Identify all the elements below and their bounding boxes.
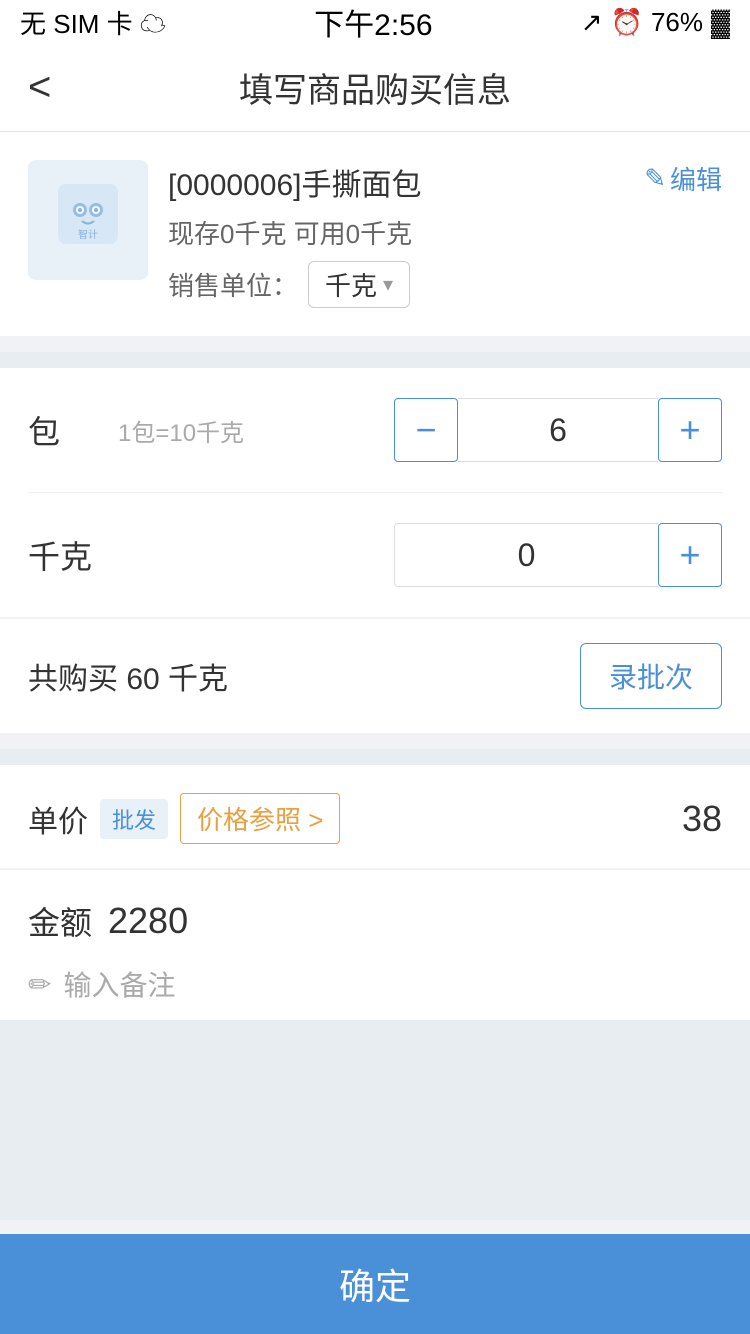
product-info: [0000006]手撕面包 ✎ 编辑 现存0千克 可用0千克 销售单位： 千克 …	[168, 160, 722, 308]
kg-controls: +	[394, 523, 722, 587]
price-label-area: 单价 批发 价格参照 >	[28, 793, 340, 844]
amount-value: 2280	[108, 900, 188, 942]
amount-label: 金额	[28, 898, 92, 944]
amount-row: 金额 2280	[28, 898, 722, 944]
package-label: 包	[28, 407, 108, 453]
product-card: 智计 [0000006]手撕面包 ✎ 编辑 现存0千克 可用0千克 销售单位： …	[0, 132, 750, 336]
price-section: 单价 批发 价格参照 > 38	[0, 765, 750, 868]
alarm-icon: ⏰	[611, 7, 643, 38]
unit-selector[interactable]: 千克 ▾	[308, 261, 410, 308]
unit-label: 销售单位：	[168, 266, 298, 303]
section-divider-2	[0, 749, 750, 765]
page-title: 填写商品购买信息	[239, 63, 511, 112]
product-stock: 现存0千克 可用0千克	[168, 214, 722, 251]
remark-placeholder[interactable]: 输入备注	[63, 964, 175, 1004]
status-bar: 无 SIM 卡 ☁ 下午2:56 ↗ ⏰ 76% ▓	[0, 0, 750, 44]
kg-row: 千克 +	[28, 493, 722, 617]
edit-label: 编辑	[670, 160, 722, 197]
price-value: 38	[682, 798, 722, 840]
price-row: 单价 批发 价格参照 > 38	[28, 793, 722, 844]
battery-icon: ▓	[711, 7, 730, 38]
remark-row[interactable]: ✏ 输入备注	[28, 964, 722, 1004]
status-time: 下午2:56	[314, 0, 432, 44]
back-button[interactable]: <	[28, 65, 51, 110]
edit-button[interactable]: ✎ 编辑	[644, 160, 722, 197]
product-thumb-icon: 智计	[58, 184, 118, 256]
kg-quantity-input[interactable]	[394, 523, 658, 587]
section-divider-1	[0, 352, 750, 368]
kg-plus-button[interactable]: +	[658, 523, 722, 587]
amount-section: 金额 2280 ✏ 输入备注	[0, 870, 750, 1020]
summary-section: 共购买 60 千克 录批次	[0, 619, 750, 733]
package-quantity-input[interactable]	[458, 398, 658, 462]
price-label: 单价	[28, 797, 88, 841]
package-row: 包 1包=10千克 − +	[28, 368, 722, 493]
package-controls: − +	[394, 398, 722, 462]
package-sublabel: 1包=10千克	[118, 413, 244, 448]
package-minus-button[interactable]: −	[394, 398, 458, 462]
status-left: 无 SIM 卡 ☁	[20, 4, 166, 41]
chevron-down-icon: ▾	[383, 272, 393, 297]
product-thumbnail: 智计	[28, 160, 148, 280]
location-icon: ↗	[581, 7, 603, 38]
status-right: ↗ ⏰ 76% ▓	[581, 7, 730, 38]
pencil-icon: ✏	[28, 968, 51, 1001]
nav-bar: < 填写商品购买信息	[0, 44, 750, 132]
package-input-section: 包 1包=10千克 − + 千克 +	[0, 368, 750, 617]
price-reference-button[interactable]: 价格参照 >	[180, 793, 340, 844]
product-name: [0000006]手撕面包	[168, 160, 421, 204]
package-plus-button[interactable]: +	[658, 398, 722, 462]
summary-text: 共购买 60 千克	[28, 654, 228, 698]
unit-value: 千克	[325, 266, 377, 303]
kg-label: 千克	[28, 532, 108, 578]
edit-icon: ✎	[644, 163, 666, 194]
confirm-button[interactable]: 确定	[0, 1234, 750, 1334]
svg-text:智计: 智计	[78, 228, 98, 241]
bottom-spacer	[0, 1020, 750, 1220]
record-batch-button[interactable]: 录批次	[580, 643, 722, 709]
price-tag: 批发	[100, 799, 168, 839]
battery-text: 76%	[651, 7, 703, 38]
